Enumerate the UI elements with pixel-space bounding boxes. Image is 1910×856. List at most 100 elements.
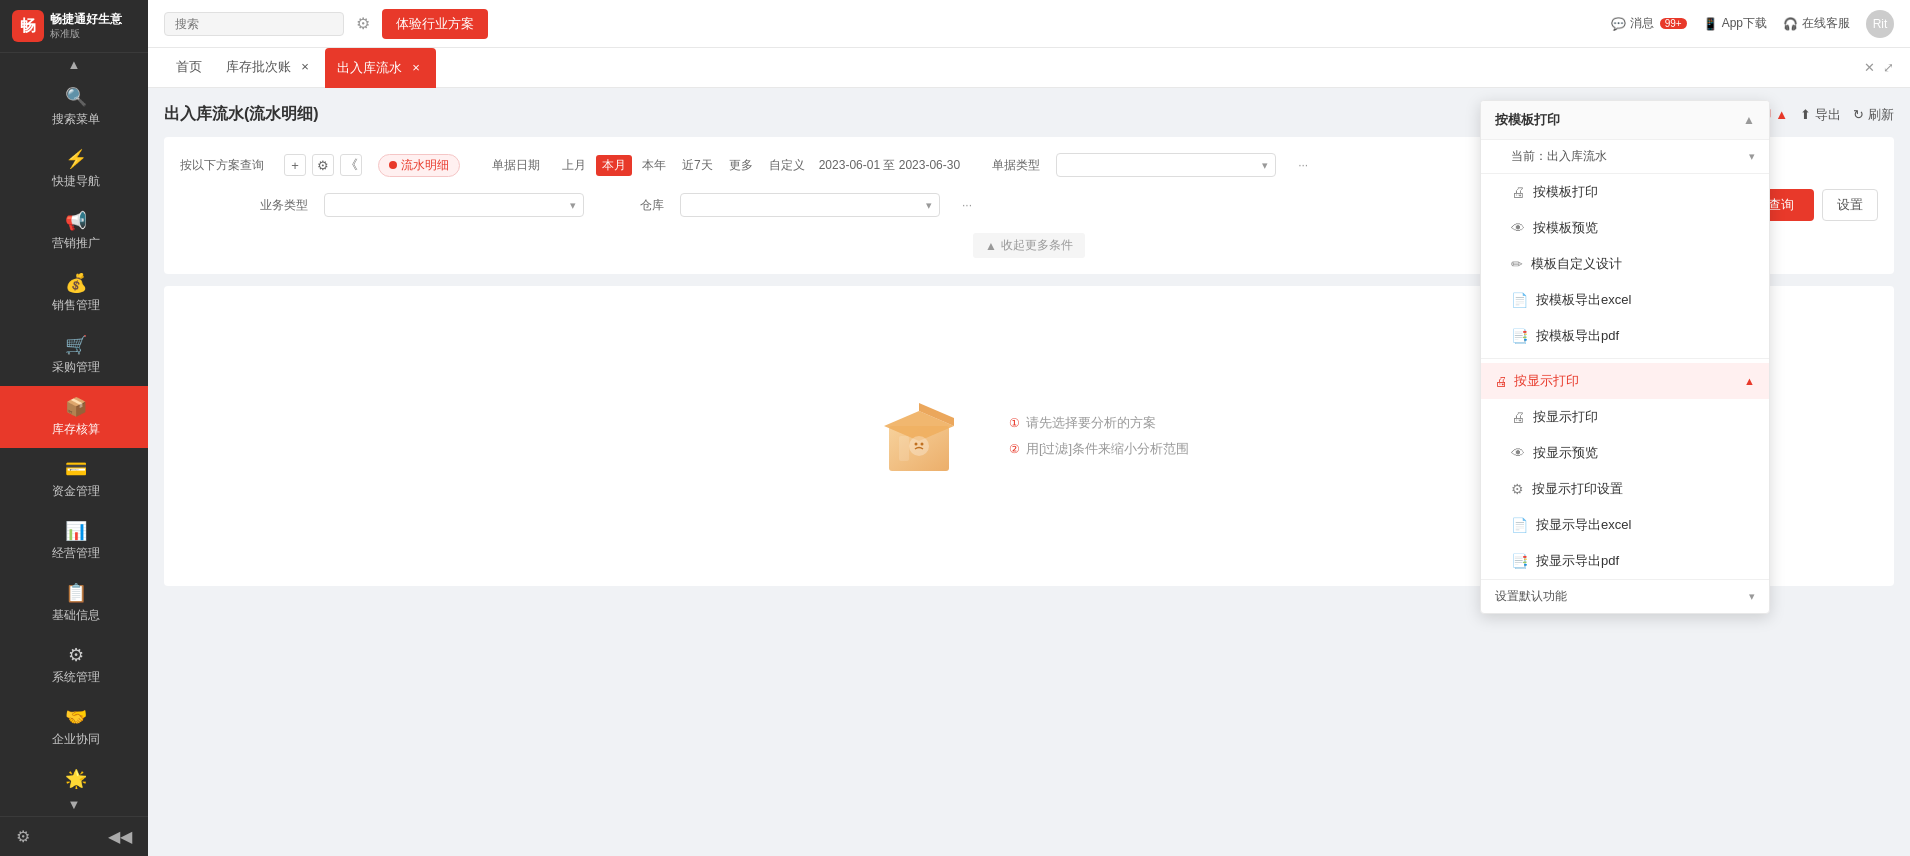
bill-type-more[interactable]: ··· — [1292, 156, 1314, 174]
dropdown-template-export-pdf[interactable]: 📑 按模板导出pdf — [1481, 318, 1769, 354]
sidebar-item-marketing[interactable]: 📢 营销推广 — [0, 200, 148, 262]
dropdown-panel: 按模板打印 ▲ 当前：出入库流水 ▾ 🖨 按模板打印 👁 按模板预览 ✏ 模板自… — [1480, 100, 1770, 614]
dropdown-display-export-excel[interactable]: 📄 按显示导出excel — [1481, 507, 1769, 543]
sidebar: 畅 畅捷通好生意 标准版 ▲ 🔍 搜索菜单 ⚡ 快捷导航 📢 营销推广 💰 销售… — [0, 0, 148, 856]
tab-flow[interactable]: 出入库流水 × — [325, 48, 436, 88]
topbar-gear-icon[interactable]: ⚙ — [356, 14, 370, 33]
sidebar-item-finance[interactable]: 💳 资金管理 — [0, 448, 148, 510]
warehouse-select-wrapper — [680, 193, 940, 217]
collapse-btn[interactable]: ▲ 收起更多条件 — [973, 233, 1085, 258]
collapse-scheme-btn[interactable]: 《 — [340, 154, 362, 176]
date-this-year[interactable]: 本年 — [636, 155, 672, 176]
marketing-icon: 📢 — [65, 210, 87, 232]
tab-flow-close[interactable]: × — [408, 60, 424, 76]
app-download-icon: 📱 — [1703, 17, 1718, 31]
biz-type-select[interactable] — [324, 193, 584, 217]
dropdown-display-export-pdf[interactable]: 📑 按显示导出pdf — [1481, 543, 1769, 579]
shortcut-icon: ⚡ — [65, 148, 87, 170]
sidebar-item-operation[interactable]: 📊 经营管理 — [0, 510, 148, 572]
sidebar-scroll-down[interactable]: ▼ — [0, 793, 148, 816]
dropdown-display-print-settings[interactable]: ⚙ 按显示打印设置 — [1481, 471, 1769, 507]
display-pdf-icon: 📑 — [1511, 553, 1528, 569]
dropdown-collapse-arrow[interactable]: ▲ — [1743, 113, 1755, 127]
dropdown-template-preview[interactable]: 👁 按模板预览 — [1481, 210, 1769, 246]
dropdown-template-export-excel[interactable]: 📄 按模板导出excel — [1481, 282, 1769, 318]
window-maximize-btn[interactable]: ⤢ — [1883, 60, 1894, 75]
sidebar-item-guide[interactable]: 🌟 新手引导 — [0, 758, 148, 793]
operation-icon: 📊 — [65, 520, 87, 542]
dropdown-current[interactable]: 当前：出入库流水 ▾ — [1481, 140, 1769, 174]
dropdown-title: 按模板打印 — [1495, 111, 1560, 129]
date-field: 上月 本月 本年 近7天 更多 自定义 2023-06-01 至 2023-06… — [556, 155, 960, 176]
template-preview-icon: 👁 — [1511, 220, 1525, 236]
system-icon: ⚙ — [68, 644, 84, 666]
bill-type-label: 单据类型 — [992, 157, 1040, 174]
filter-tag-dot — [389, 161, 397, 169]
dropdown-display-preview[interactable]: 👁 按显示预览 — [1481, 435, 1769, 471]
svg-rect-3 — [899, 436, 909, 461]
sidebar-item-shortcut[interactable]: ⚡ 快捷导航 — [0, 138, 148, 200]
dropdown-display-print[interactable]: 🖨 按显示打印 — [1481, 399, 1769, 435]
biz-type-label: 业务类型 — [260, 197, 308, 214]
tab-batch-close[interactable]: × — [297, 59, 313, 75]
industry-btn[interactable]: 体验行业方案 — [382, 9, 488, 39]
sidebar-item-basic[interactable]: 📋 基础信息 — [0, 572, 148, 634]
dropdown-display-title: 🖨 按显示打印 — [1495, 372, 1579, 390]
warehouse-more[interactable]: ··· — [956, 196, 978, 214]
empty-illustration — [869, 386, 969, 486]
svg-point-6 — [920, 443, 923, 446]
topbar-search-input[interactable] — [164, 12, 344, 36]
avatar[interactable]: Rit — [1866, 10, 1894, 38]
refresh-btn[interactable]: ↻ 刷新 — [1853, 106, 1894, 124]
date-last-month[interactable]: 上月 — [556, 155, 592, 176]
dropdown-template-print[interactable]: 🖨 按模板打印 — [1481, 174, 1769, 210]
dropdown-footer-label: 设置默认功能 — [1495, 588, 1567, 605]
tab-home[interactable]: 首页 — [164, 48, 214, 88]
dropdown-current-arrow: ▾ — [1749, 150, 1755, 163]
sidebar-scroll-up[interactable]: ▲ — [0, 53, 148, 76]
sales-icon: 💰 — [65, 272, 87, 294]
tab-batch[interactable]: 库存批次账 × — [214, 48, 325, 88]
dropdown-template-custom[interactable]: ✏ 模板自定义设计 — [1481, 246, 1769, 282]
settings-footer-icon[interactable]: ⚙ — [16, 827, 30, 846]
date-this-month[interactable]: 本月 — [596, 155, 632, 176]
display-section-icon: 🖨 — [1495, 374, 1508, 389]
sidebar-item-corp[interactable]: 🤝 企业协同 — [0, 696, 148, 758]
sidebar-item-search[interactable]: 🔍 搜索菜单 — [0, 76, 148, 138]
sidebar-item-purchase[interactable]: 🛒 采购管理 — [0, 324, 148, 386]
app-download-btn[interactable]: 📱 App下载 — [1703, 15, 1767, 32]
date-7days[interactable]: 近7天 — [676, 155, 719, 176]
empty-tips: ① 请先选择要分析的方案 ② 用[过滤]条件来缩小分析范围 — [1009, 414, 1189, 458]
online-service-btn[interactable]: 🎧 在线客服 — [1783, 15, 1850, 32]
topbar-right: 💬 消息 99+ 📱 App下载 🎧 在线客服 Rit — [1611, 10, 1894, 38]
warehouse-select[interactable] — [680, 193, 940, 217]
date-custom[interactable]: 自定义 — [763, 155, 811, 176]
empty-tip-1: ① 请先选择要分析的方案 — [1009, 414, 1189, 432]
bill-type-select[interactable] — [1056, 153, 1276, 177]
warehouse-label: 仓库 — [640, 197, 664, 214]
settings-button[interactable]: 设置 — [1822, 189, 1878, 221]
collapse-sidebar-icon[interactable]: ◀◀ — [108, 827, 132, 846]
topbar: ⚙ 体验行业方案 💬 消息 99+ 📱 App下载 🎧 在线客服 Rit — [148, 0, 1910, 48]
template-excel-icon: 📄 — [1511, 292, 1528, 308]
dropdown-display-section[interactable]: 🖨 按显示打印 ▲ — [1481, 363, 1769, 399]
display-preview-icon: 👁 — [1511, 445, 1525, 461]
export-btn[interactable]: ⬆ 导出 — [1800, 106, 1841, 124]
sidebar-item-inventory[interactable]: 📦 库存核算 — [0, 386, 148, 448]
date-label: 单据日期 — [492, 157, 540, 174]
message-btn[interactable]: 💬 消息 99+ — [1611, 15, 1687, 32]
settings-scheme-btn[interactable]: ⚙ — [312, 154, 334, 176]
date-more[interactable]: 更多 — [723, 155, 759, 176]
empty-tip-2: ② 用[过滤]条件来缩小分析范围 — [1009, 440, 1189, 458]
display-settings-icon: ⚙ — [1511, 481, 1524, 497]
filter-tag[interactable]: 流水明细 — [378, 154, 460, 177]
sidebar-item-system[interactable]: ⚙ 系统管理 — [0, 634, 148, 696]
dropdown-footer[interactable]: 设置默认功能 ▾ — [1481, 579, 1769, 613]
template-custom-icon: ✏ — [1511, 256, 1523, 272]
dropdown-header: 按模板打印 ▲ — [1481, 101, 1769, 140]
sidebar-item-sales[interactable]: 💰 销售管理 — [0, 262, 148, 324]
add-scheme-btn[interactable]: + — [284, 154, 306, 176]
logo: 畅 畅捷通好生意 标准版 — [0, 0, 148, 53]
window-close-btn[interactable]: ✕ — [1864, 60, 1875, 75]
logo-icon: 畅 — [12, 10, 44, 42]
